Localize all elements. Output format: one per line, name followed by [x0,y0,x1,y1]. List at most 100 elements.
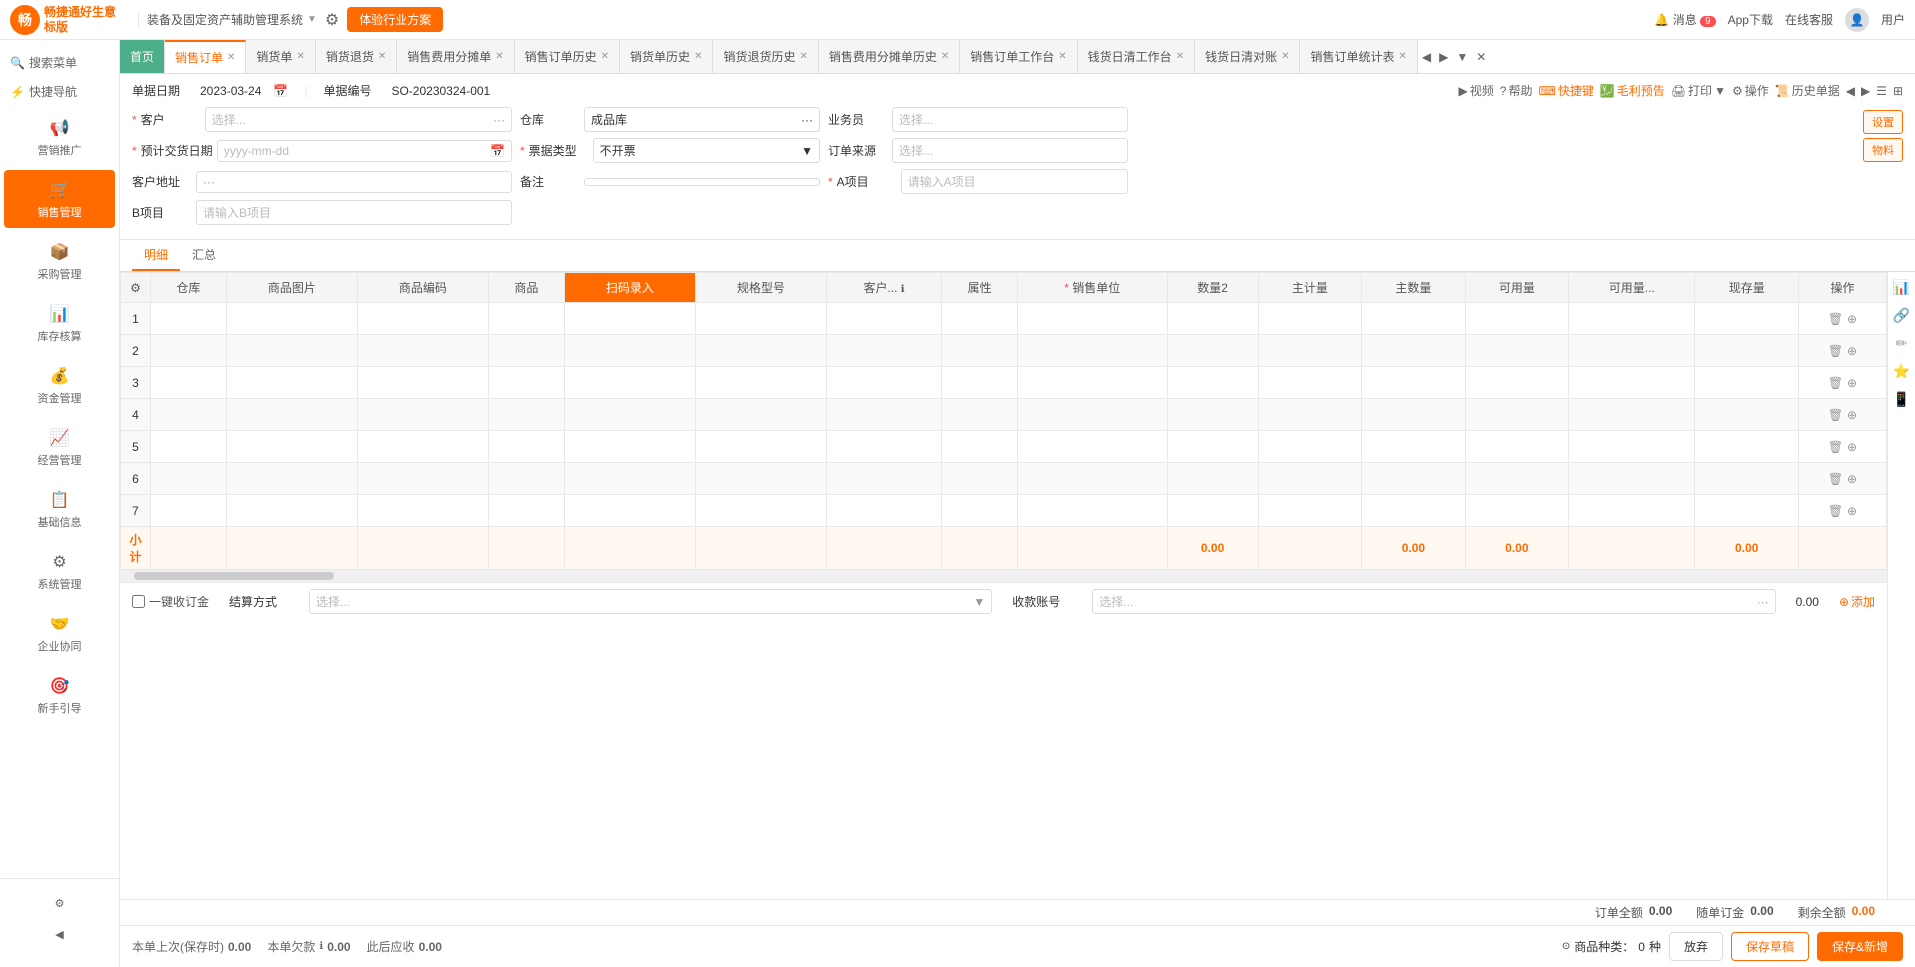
quick-icon-3[interactable]: ✏ [1891,332,1913,354]
operate-btn[interactable]: ⚙ 操作 [1732,82,1769,99]
tab-next[interactable]: ▶ [1435,50,1452,64]
delete-icon[interactable]: 🗑 [1828,440,1843,454]
detail-tab-summary[interactable]: 汇总 [180,240,228,271]
sidebar-collapse[interactable]: ◀ [4,920,115,949]
sidebar-item-purchase[interactable]: 📦 采购管理 [4,232,115,290]
copy-icon[interactable]: ⊕ [1847,344,1857,358]
industry-solution-button[interactable]: 体验行业方案 [347,7,443,32]
sidebar-item-basic-info[interactable]: 📋 基础信息 [4,480,115,538]
material-button[interactable]: 物料 [1863,138,1903,162]
row-warehouse-1[interactable] [151,303,227,335]
delete-icon[interactable]: 🗑 [1828,408,1843,422]
settings-gear-icon[interactable]: ⚙ [325,10,339,30]
salesperson-input[interactable]: 选择... [892,107,1128,132]
tab-close-sales-expense[interactable]: ✕ [495,51,503,62]
sidebar-item-sales[interactable]: 🛒 销售管理 [4,170,115,228]
copy-icon[interactable]: ⊕ [1847,504,1857,518]
row-product-1[interactable] [488,303,564,335]
delete-icon[interactable]: 🗑 [1828,504,1843,518]
tab-home[interactable]: 首页 [120,40,165,74]
delete-icon[interactable]: 🗑 [1828,472,1843,486]
row-scan-1[interactable] [564,303,695,335]
quick-icon-4[interactable]: ⭐ [1891,360,1913,382]
view-video-btn[interactable]: ▶ 视频 [1459,82,1494,99]
tab-prev[interactable]: ◀ [1418,50,1435,64]
row-unit-1[interactable] [1018,303,1167,335]
row-attr-1[interactable] [942,303,1018,335]
a-project-input[interactable]: 请输入A项目 [901,169,1128,194]
delivery-input[interactable]: yyyy-mm-dd 📅 [217,140,512,162]
address-input[interactable]: ··· [196,171,512,193]
row-current-qty-1[interactable] [1695,303,1798,335]
account-input[interactable]: 选择... ··· [1092,589,1775,614]
row-image-1[interactable] [226,303,357,335]
history-btn[interactable]: 📜 历史单据 [1775,82,1840,99]
tab-close-daily-workbench[interactable]: ✕ [1176,51,1184,62]
grid-view-icon[interactable]: ☰ [1876,84,1887,98]
scroll-thumb[interactable] [134,572,334,580]
row-avail-qty2-1[interactable] [1569,303,1695,335]
tab-sales-goods-history[interactable]: 销货单历史 ✕ [620,40,713,74]
sidebar-search[interactable]: 🔍 搜索菜单 [0,48,119,77]
tab-sales-goods[interactable]: 销货单 ✕ [246,40,315,74]
tab-close-sales-return-history[interactable]: ✕ [799,51,807,62]
settings-button[interactable]: 设置 [1863,110,1903,134]
delete-icon[interactable]: 🗑 [1828,376,1843,390]
discard-button[interactable]: 放弃 [1669,932,1723,961]
sidebar-item-newbie[interactable]: 🎯 新手引导 [4,666,115,724]
sidebar-settings[interactable]: ⚙ [4,889,115,918]
delete-icon[interactable]: 🗑 [1828,344,1843,358]
row-main-qty-1[interactable] [1362,303,1465,335]
customer-input[interactable]: 选择... ··· [205,107,512,132]
fullscreen-icon[interactable]: ⊞ [1893,84,1903,98]
row-customer-code-1[interactable] [826,303,941,335]
message-icon[interactable]: 🔔 消息 9 [1654,11,1715,28]
copy-icon-1[interactable]: ⊕ [1847,312,1857,326]
profit-btn[interactable]: 💹 毛利预告 [1600,82,1665,99]
th-settings[interactable]: ⚙ [121,273,151,303]
sidebar-item-operation[interactable]: 📈 经营管理 [4,418,115,476]
copy-icon[interactable]: ⊕ [1847,472,1857,486]
one-click-payment-checkbox[interactable]: 一键收订金 [132,593,209,610]
horizontal-scrollbar[interactable] [120,570,1887,582]
warehouse-input[interactable]: 成品库 ··· [584,107,820,132]
payment-method-input[interactable]: 选择... ▼ [309,589,992,614]
tab-close-sales-goods[interactable]: ✕ [296,51,304,62]
save-draft-button[interactable]: 保存草稿 [1731,932,1809,961]
next-record-icon[interactable]: ▶ [1861,84,1870,98]
remark-input[interactable] [584,178,820,186]
tab-sales-return-history[interactable]: 销货退货历史 ✕ [713,40,818,74]
save-new-button[interactable]: 保存&新增 [1817,932,1903,961]
tab-sales-order-history[interactable]: 销售订单历史 ✕ [515,40,620,74]
one-click-checkbox[interactable] [132,595,145,608]
tab-sales-stats[interactable]: 销售订单统计表 ✕ [1300,40,1417,74]
tab-close-sales-return[interactable]: ✕ [378,51,386,62]
tab-close-sales-goods-history[interactable]: ✕ [694,51,702,62]
sidebar-item-marketing[interactable]: 📢 营销推广 [4,108,115,166]
tab-daily-workbench[interactable]: 钱货日清工作台 ✕ [1078,40,1195,74]
row-qty2-1[interactable] [1167,303,1258,335]
tab-sales-return[interactable]: 销货退货 ✕ [316,40,397,74]
tab-close-sales-workbench[interactable]: ✕ [1058,51,1066,62]
sidebar-item-finance[interactable]: 💰 资金管理 [4,356,115,414]
shortcut-btn[interactable]: ⌨ 快捷键 [1539,82,1594,99]
row-spec-1[interactable] [695,303,826,335]
app-download-link[interactable]: App下载 [1728,11,1773,28]
tab-close-sales-order-history[interactable]: ✕ [601,51,609,62]
tab-daily-reconcile[interactable]: 钱货日清对账 ✕ [1195,40,1300,74]
invoice-input[interactable]: 不开票 ▼ [593,138,820,163]
help-btn[interactable]: ? 帮助 [1500,82,1533,99]
copy-icon[interactable]: ⊕ [1847,440,1857,454]
sidebar-item-enterprise[interactable]: 🤝 企业协同 [4,604,115,662]
tab-close-sales-stats[interactable]: ✕ [1399,51,1407,62]
quick-icon-2[interactable]: 🔗 [1891,304,1913,326]
tab-sales-expense[interactable]: 销售费用分摊单 ✕ [397,40,514,74]
copy-icon[interactable]: ⊕ [1847,376,1857,390]
tab-menu[interactable]: ▼ [1452,50,1472,64]
tab-sales-workbench[interactable]: 销售订单工作台 ✕ [960,40,1077,74]
sidebar-item-inventory[interactable]: 📊 库存核算 [4,294,115,352]
sidebar-item-system[interactable]: ⚙ 系统管理 [4,542,115,600]
copy-icon[interactable]: ⊕ [1847,408,1857,422]
delete-icon-1[interactable]: 🗑 [1828,312,1843,326]
calendar-icon[interactable]: 📅 [273,84,288,98]
